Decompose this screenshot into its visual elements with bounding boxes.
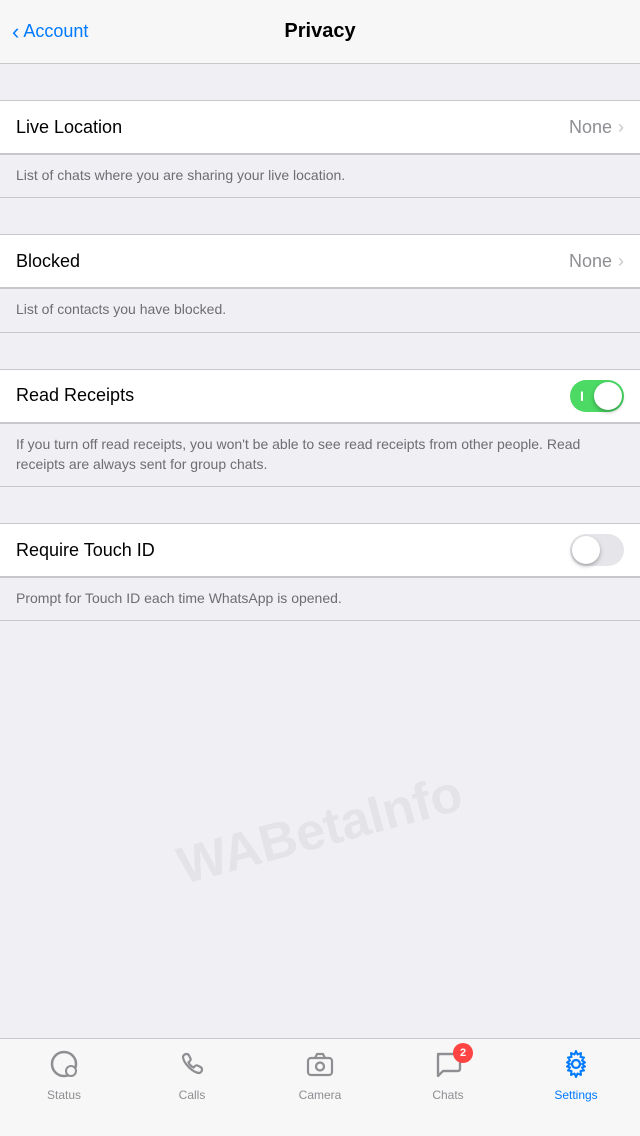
live-location-right: None ›	[569, 117, 624, 138]
tab-bar: Status Calls Camera 2 Chat	[0, 1038, 640, 1136]
navigation-header: ‹ Account Privacy	[0, 0, 640, 64]
live-location-group: Live Location None ›	[0, 100, 640, 154]
touch-id-toggle[interactable]	[570, 534, 624, 566]
chats-badge: 2	[453, 1043, 473, 1063]
tab-camera[interactable]: Camera	[256, 1049, 384, 1102]
chevron-right-icon: ›	[618, 251, 624, 272]
page-title: Privacy	[284, 20, 355, 43]
tab-calls[interactable]: Calls	[128, 1049, 256, 1102]
tab-chats-label: Chats	[432, 1088, 463, 1102]
chats-icon: 2	[433, 1049, 463, 1084]
blocked-right: None ›	[569, 251, 624, 272]
toggle-on-icon: I	[580, 388, 584, 404]
touch-id-description-row: Prompt for Touch ID each time WhatsApp i…	[0, 577, 640, 621]
touch-id-row: Require Touch ID	[0, 524, 640, 576]
tab-settings-label: Settings	[554, 1088, 597, 1102]
touch-id-description: Prompt for Touch ID each time WhatsApp i…	[16, 590, 342, 606]
read-receipts-label: Read Receipts	[16, 385, 134, 406]
spacer-2	[0, 333, 640, 369]
read-receipts-description: If you turn off read receipts, you won't…	[16, 436, 580, 472]
tab-calls-label: Calls	[179, 1088, 206, 1102]
tab-settings[interactable]: Settings	[512, 1049, 640, 1102]
blocked-row[interactable]: Blocked None ›	[0, 235, 640, 287]
touch-id-label: Require Touch ID	[16, 540, 155, 561]
touch-id-group: Require Touch ID	[0, 523, 640, 577]
blocked-group: Blocked None ›	[0, 234, 640, 288]
live-location-description: List of chats where you are sharing your…	[16, 167, 345, 183]
read-receipts-group: Read Receipts I	[0, 369, 640, 423]
tab-status[interactable]: Status	[0, 1049, 128, 1102]
live-location-description-row: List of chats where you are sharing your…	[0, 154, 640, 198]
live-location-label: Live Location	[16, 117, 122, 138]
blocked-label: Blocked	[16, 251, 80, 272]
chevron-left-icon: ‹	[12, 19, 19, 45]
read-receipts-row: Read Receipts I	[0, 370, 640, 422]
spacer-1	[0, 198, 640, 234]
back-button[interactable]: ‹ Account	[12, 19, 88, 45]
chevron-right-icon: ›	[618, 117, 624, 138]
tab-camera-label: Camera	[299, 1088, 342, 1102]
blocked-value: None	[569, 251, 612, 272]
tab-status-label: Status	[47, 1088, 81, 1102]
blocked-description-row: List of contacts you have blocked.	[0, 288, 640, 332]
live-location-row[interactable]: Live Location None ›	[0, 101, 640, 153]
status-icon	[49, 1049, 79, 1084]
live-location-value: None	[569, 117, 612, 138]
settings-icon	[561, 1049, 591, 1084]
watermark: WABetaInfo	[171, 763, 468, 896]
toggle-thumb-off	[572, 536, 600, 564]
blocked-description: List of contacts you have blocked.	[16, 301, 226, 317]
camera-icon	[305, 1049, 335, 1084]
content-area: Live Location None › List of chats where…	[0, 64, 640, 719]
read-receipts-description-row: If you turn off read receipts, you won't…	[0, 423, 640, 488]
calls-icon	[177, 1049, 207, 1084]
top-spacer	[0, 64, 640, 100]
toggle-thumb	[594, 382, 622, 410]
back-label: Account	[23, 21, 88, 42]
tab-chats[interactable]: 2 Chats	[384, 1049, 512, 1102]
read-receipts-toggle[interactable]: I	[570, 380, 624, 412]
spacer-3	[0, 487, 640, 523]
